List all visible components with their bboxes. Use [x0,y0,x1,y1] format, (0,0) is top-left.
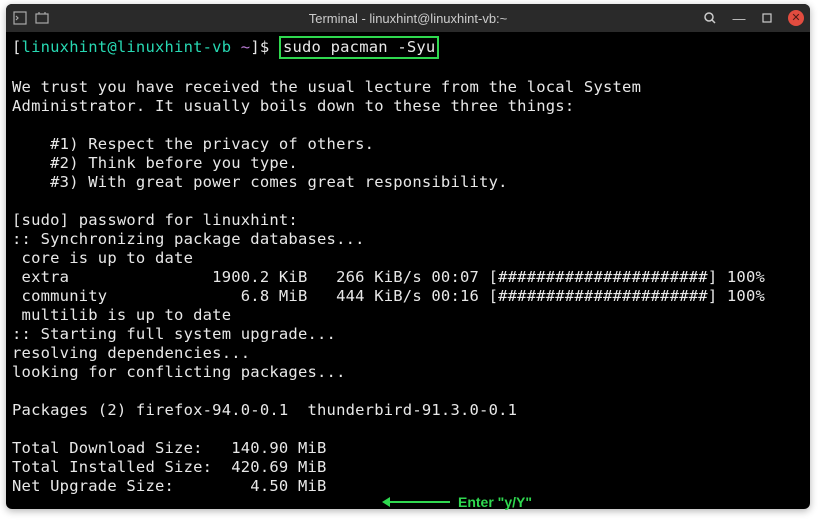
line: #2) Think before you type. [12,154,298,172]
command-highlight: sudo pacman -Syu [279,36,440,59]
line: community 6.8 MiB 444 KiB/s 00:16 [#####… [12,287,765,305]
line: :: Starting full system upgrade... [12,325,336,343]
arrow-icon [390,501,450,503]
line: [sudo] password for linuxhint: [12,211,298,229]
prompt-dollar: $ [260,38,279,56]
line: extra 1900.2 KiB 266 KiB/s 00:07 [######… [12,268,765,286]
line: Net Upgrade Size: 4.50 MiB [12,477,327,495]
line: #1) Respect the privacy of others. [12,135,374,153]
prompt-path: ~ [231,38,250,56]
line: looking for conflicting packages... [12,363,346,381]
titlebar: Terminal - linuxhint@linuxhint-vb:~ — ✕ [6,4,810,32]
line: Administrator. It usually boils down to … [12,97,574,115]
line: :: Synchronizing package databases... [12,230,365,248]
window-title: Terminal - linuxhint@linuxhint-vb:~ [6,11,810,26]
titlebar-left [12,10,50,26]
line: multilib is up to date [12,306,231,324]
prompt-bracket-close: ] [250,38,260,56]
new-tab-icon[interactable] [34,10,50,26]
line: resolving dependencies... [12,344,250,362]
prompt-user-host: linuxhint@linuxhint-vb [22,38,232,56]
titlebar-right: — ✕ [702,10,804,26]
line: #3) With great power comes great respons… [12,173,508,191]
line: Total Installed Size: 420.69 MiB [12,458,327,476]
search-icon[interactable] [702,10,718,26]
annotation: Enter "y/Y" [390,494,532,510]
line: Packages (2) firefox-94.0-0.1 thunderbir… [12,401,517,419]
line: We trust you have received the usual lec… [12,78,641,96]
minimize-button[interactable]: — [732,11,746,26]
close-button[interactable]: ✕ [788,10,804,26]
terminal-content[interactable]: [linuxhint@linuxhint-vb ~]$ sudo pacman … [6,32,810,509]
command-text: sudo pacman -Syu [283,38,436,56]
prompt-bracket-open: [ [12,38,22,56]
app-menu-icon[interactable] [12,10,28,26]
maximize-button[interactable] [760,11,774,26]
annotation-label: Enter "y/Y" [458,494,532,510]
terminal-window: Terminal - linuxhint@linuxhint-vb:~ — ✕ … [6,4,810,509]
line: Total Download Size: 140.90 MiB [12,439,327,457]
line: core is up to date [12,249,193,267]
